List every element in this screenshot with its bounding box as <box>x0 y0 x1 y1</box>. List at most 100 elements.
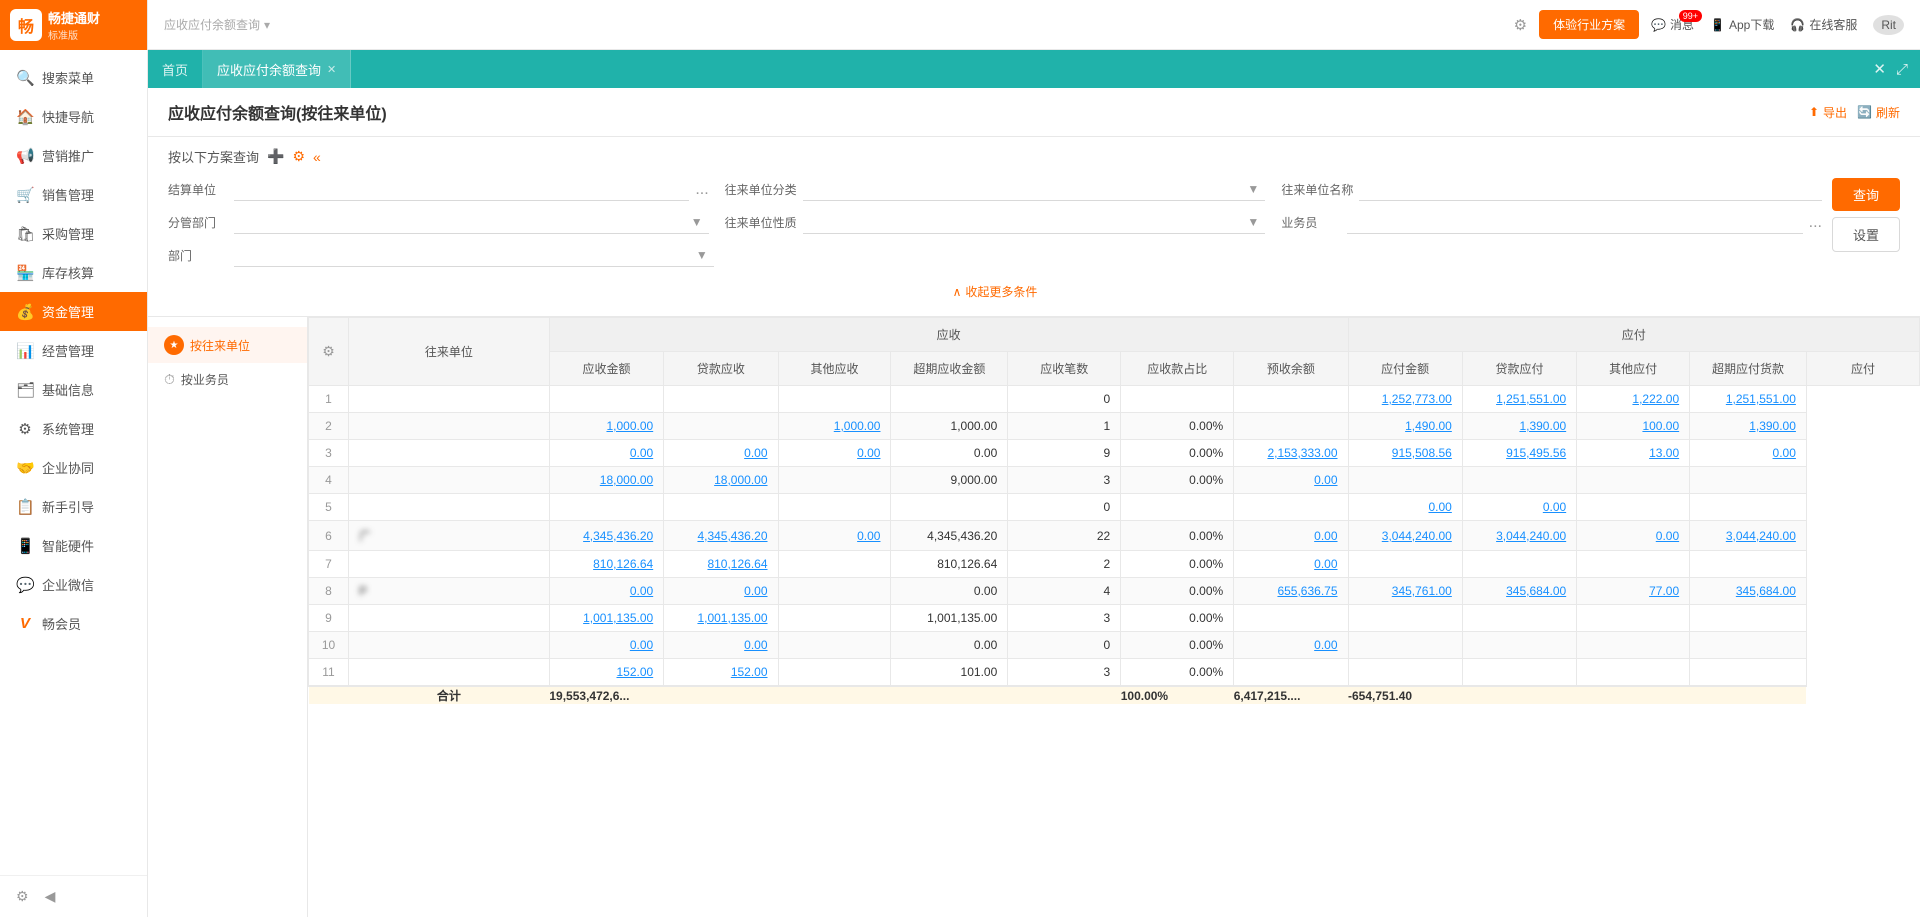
table-cell-1-11[interactable]: 100.00 <box>1577 413 1690 440</box>
set-button[interactable]: 设置 <box>1832 217 1900 252</box>
filter-jiesuan-dots[interactable]: ... <box>695 181 708 199</box>
tab-fullscreen-icon[interactable]: ⤢ <box>1896 61 1908 78</box>
table-cell-5-5: 4,345,436.20 <box>891 521 1008 551</box>
table-cell-5-11[interactable]: 0.00 <box>1577 521 1690 551</box>
export-icon: ⬆ <box>1809 105 1819 119</box>
sidebar-item-marketing[interactable]: 📢 营销推广 <box>0 136 147 175</box>
table-cell-3-8[interactable]: 0.00 <box>1234 467 1348 494</box>
table-cell-0-11[interactable]: 1,222.00 <box>1577 386 1690 413</box>
sidebar-item-search[interactable]: 🔍 搜索菜单 <box>0 58 147 97</box>
filter-jiesuan-input[interactable] <box>234 178 689 201</box>
table-cell-0-12[interactable]: 1,251,551.00 <box>1690 386 1807 413</box>
filter-wanglai-xingzhi-select[interactable]: ▼ <box>803 211 1266 234</box>
sidebar-item-guide[interactable]: 📋 新手引导 <box>0 487 147 526</box>
table-cell-10-3[interactable]: 152.00 <box>664 659 778 687</box>
table-cell-5-2[interactable]: 4,345,436.20 <box>549 521 663 551</box>
tab-close-icon[interactable]: ✕ <box>327 63 336 76</box>
table-cell-7-2[interactable]: 0.00 <box>549 578 663 605</box>
table-cell-2-8[interactable]: 2,153,333.00 <box>1234 440 1348 467</box>
table-cell-9-3[interactable]: 0.00 <box>664 632 778 659</box>
table-cell-9-2[interactable]: 0.00 <box>549 632 663 659</box>
message-button[interactable]: 💬 消息 99+ <box>1651 16 1694 33</box>
sidebar-item-finance[interactable]: 💰 资金管理 <box>0 292 147 331</box>
table-cell-2-12[interactable]: 0.00 <box>1690 440 1807 467</box>
sidebar-item-system[interactable]: ⚙ 系统管理 <box>0 409 147 448</box>
sidebar-item-quicknav[interactable]: 🏠 快捷导航 <box>0 97 147 136</box>
sidebar-item-operation[interactable]: 📊 经营管理 <box>0 331 147 370</box>
table-cell-8-3[interactable]: 1,001,135.00 <box>664 605 778 632</box>
table-cell-1-4[interactable]: 1,000.00 <box>778 413 891 440</box>
table-cell-9-8[interactable]: 0.00 <box>1234 632 1348 659</box>
filter-yewuyuan-dots[interactable]: ... <box>1809 214 1822 232</box>
table-cell-5-4[interactable]: 0.00 <box>778 521 891 551</box>
table-cell-4-10[interactable]: 0.00 <box>1462 494 1576 521</box>
tab-query[interactable]: 应收应付余额查询 ✕ <box>203 50 351 88</box>
filter-yewuyuan-input[interactable] <box>1347 211 1802 234</box>
table-cell-4-9[interactable]: 0.00 <box>1348 494 1462 521</box>
table-cell-1-2[interactable]: 1,000.00 <box>549 413 663 440</box>
table-cell-2-10[interactable]: 915,495.56 <box>1462 440 1576 467</box>
table-cell-1-10[interactable]: 1,390.00 <box>1462 413 1576 440</box>
sidebar-item-collab[interactable]: 🤝 企业协同 <box>0 448 147 487</box>
online-service-button[interactable]: 🎧 在线客服 <box>1790 16 1857 33</box>
table-cell-3-3[interactable]: 18,000.00 <box>664 467 778 494</box>
filter-collapse-button[interactable]: ∧ 收起更多条件 <box>168 277 1822 306</box>
table-cell-7-3[interactable]: 0.00 <box>664 578 778 605</box>
filter-wanglai-name-input[interactable] <box>1359 178 1822 201</box>
left-panel-item-staff[interactable]: ⏱ 按业务员 <box>148 363 307 396</box>
table-cell-7-12[interactable]: 345,684.00 <box>1690 578 1807 605</box>
table-cell-2-9[interactable]: 915,508.56 <box>1348 440 1462 467</box>
table-cell-10-2[interactable]: 152.00 <box>549 659 663 687</box>
table-cell-2-4[interactable]: 0.00 <box>778 440 891 467</box>
header-gear-icon[interactable]: ⚙ <box>1514 16 1527 34</box>
sidebar-item-wechat[interactable]: 💬 企业微信 <box>0 565 147 604</box>
tab-close-window-icon[interactable]: ✕ <box>1873 60 1886 78</box>
sidebar-settings-icon[interactable]: ⚙ <box>16 888 29 905</box>
filter-settings-icon[interactable]: ⚙ <box>292 148 305 165</box>
filter-collapse-left-icon[interactable]: « <box>313 149 321 165</box>
table-cell-5-3[interactable]: 4,345,436.20 <box>664 521 778 551</box>
sidebar-item-sales[interactable]: 🛒 销售管理 <box>0 175 147 214</box>
sidebar-item-label: 畅会员 <box>42 614 81 633</box>
refresh-button[interactable]: 🔄 刷新 <box>1857 104 1900 121</box>
table-cell-3-2[interactable]: 18,000.00 <box>549 467 663 494</box>
sidebar-item-basic[interactable]: 🗂 基础信息 <box>0 370 147 409</box>
table-cell-0-10[interactable]: 1,251,551.00 <box>1462 386 1576 413</box>
left-panel-item-partner[interactable]: ★ 按往来单位 <box>148 327 307 363</box>
table-cell-5-8[interactable]: 0.00 <box>1234 521 1348 551</box>
sidebar-item-inventory[interactable]: 🏪 库存核算 <box>0 253 147 292</box>
app-download-button[interactable]: 📱 App下载 <box>1710 16 1774 33</box>
sidebar-collapse-icon[interactable]: ◀ <box>45 888 56 905</box>
sidebar-item-hardware[interactable]: 📱 智能硬件 <box>0 526 147 565</box>
table-settings-icon[interactable]: ⚙ <box>322 343 335 359</box>
table-cell-5-12[interactable]: 3,044,240.00 <box>1690 521 1807 551</box>
table-cell-5-10[interactable]: 3,044,240.00 <box>1462 521 1576 551</box>
filter-fenguan-select[interactable]: ▼ <box>234 211 709 234</box>
table-cell-7-11[interactable]: 77.00 <box>1577 578 1690 605</box>
inventory-icon: 🏪 <box>16 264 34 282</box>
table-cell-5-9[interactable]: 3,044,240.00 <box>1348 521 1462 551</box>
filter-add-icon[interactable]: ➕ <box>267 148 284 165</box>
table-cell-6-8[interactable]: 0.00 <box>1234 551 1348 578</box>
table-cell-6-3[interactable]: 810,126.64 <box>664 551 778 578</box>
table-cell-1-12[interactable]: 1,390.00 <box>1690 413 1807 440</box>
table-cell-7-10[interactable]: 345,684.00 <box>1462 578 1576 605</box>
filter-bumen-select[interactable]: ▼ <box>234 244 714 267</box>
query-button[interactable]: 查询 <box>1832 178 1900 211</box>
export-button[interactable]: ⬆ 导出 <box>1809 104 1847 121</box>
table-cell-0-9[interactable]: 1,252,773.00 <box>1348 386 1462 413</box>
filter-wanglai-fenlei-select[interactable]: ▼ <box>803 178 1266 201</box>
table-cell-2-11[interactable]: 13.00 <box>1577 440 1690 467</box>
sidebar-item-purchase[interactable]: 🛍 采购管理 <box>0 214 147 253</box>
table-cell-1-9[interactable]: 1,490.00 <box>1348 413 1462 440</box>
user-avatar[interactable]: Rit <box>1873 15 1904 35</box>
table-cell-7-8[interactable]: 655,636.75 <box>1234 578 1348 605</box>
table-cell-2-3[interactable]: 0.00 <box>664 440 778 467</box>
table-cell-2-2[interactable]: 0.00 <box>549 440 663 467</box>
table-cell-6-2[interactable]: 810,126.64 <box>549 551 663 578</box>
industry-solution-button[interactable]: 体验行业方案 <box>1539 10 1639 39</box>
tab-home[interactable]: 首页 <box>148 50 203 88</box>
table-cell-7-9[interactable]: 345,761.00 <box>1348 578 1462 605</box>
table-cell-8-2[interactable]: 1,001,135.00 <box>549 605 663 632</box>
sidebar-item-member[interactable]: V 畅会员 <box>0 604 147 643</box>
